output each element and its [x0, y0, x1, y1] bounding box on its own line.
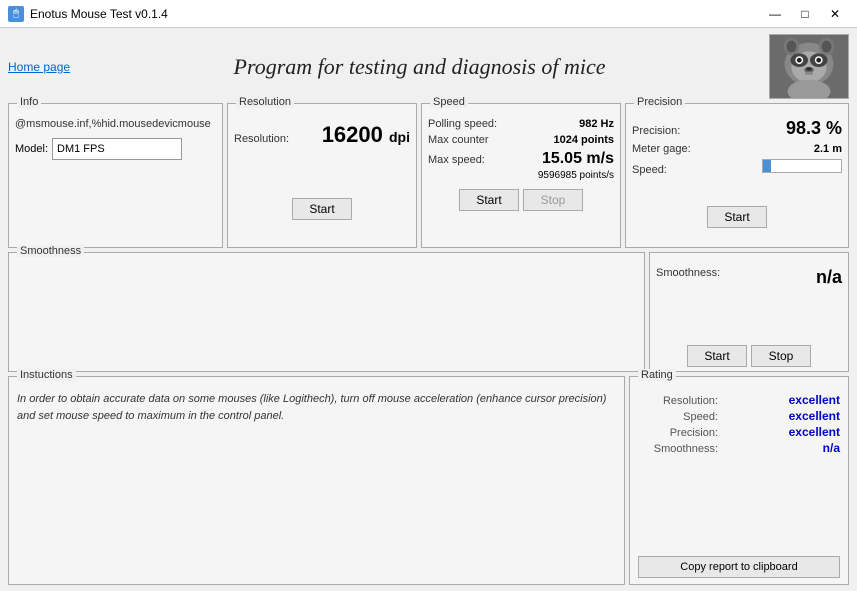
info-panel: Info @msmouse.inf,%hid.mousedevicmouse M…	[8, 103, 223, 248]
instructions-panel: Instuctions In order to obtain accurate …	[8, 376, 625, 585]
max-speed-row: Max speed: 15.05 m/s	[428, 150, 614, 168]
rating-item-smoothness: Smoothness: n/a	[638, 441, 840, 455]
top-panels-row: Info @msmouse.inf,%hid.mousedevicmouse M…	[8, 103, 849, 248]
rating-item-resolution: Resolution: excellent	[638, 393, 840, 407]
header-row: Home page Program for testing and diagno…	[8, 34, 849, 99]
precision-data: Precision: 98.3 % Meter gage: 2.1 m Spee…	[632, 118, 842, 176]
rating-smoothness-label: Smoothness:	[638, 443, 718, 455]
precision-row: Precision: 98.3 %	[632, 118, 842, 139]
resolution-start-button[interactable]: Start	[292, 198, 352, 220]
copy-report-button[interactable]: Copy report to clipboard	[638, 556, 840, 578]
instructions-text: In order to obtain accurate data on some…	[17, 391, 616, 424]
precision-panel: Precision Precision: 98.3 % Meter gage: …	[625, 103, 849, 248]
precision-start-button[interactable]: Start	[707, 206, 767, 228]
smoothness-btn-row: Start Stop	[656, 345, 842, 367]
precision-label: Precision:	[632, 125, 680, 137]
rating-items: Resolution: excellent Speed: excellent P…	[638, 393, 840, 457]
home-page-link[interactable]: Home page	[8, 60, 70, 74]
speed-section-label: Speed	[430, 96, 468, 108]
minimize-button[interactable]: —	[761, 4, 789, 24]
resolution-row: Resolution: 16200 dpi	[234, 122, 410, 148]
model-row: Model:	[15, 138, 216, 160]
model-input[interactable]	[52, 138, 182, 160]
instructions-section-label: Instuctions	[17, 369, 76, 381]
model-label: Model:	[15, 143, 48, 155]
resolution-value: 16200 dpi	[322, 122, 410, 148]
max-counter-label: Max counter	[428, 134, 489, 146]
smoothness-value: n/a	[816, 267, 842, 288]
rating-resolution-value: excellent	[789, 393, 840, 407]
smoothness-right-panel: Smoothness: n/a Start Stop	[649, 252, 849, 372]
precision-section-label: Precision	[634, 96, 685, 108]
close-button[interactable]: ✕	[821, 4, 849, 24]
max-counter-row: Max counter 1024 points	[428, 134, 614, 146]
precision-value: 98.3 %	[786, 118, 842, 139]
smoothness-main-panel: Smoothness	[8, 252, 645, 372]
smoothness-row: Smoothness Smoothness: n/a Start Stop	[8, 252, 849, 372]
rating-precision-label: Precision:	[638, 427, 718, 439]
precision-speed-bar	[762, 159, 842, 173]
title-bar-controls: — □ ✕	[761, 4, 849, 24]
meter-gage-label: Meter gage:	[632, 143, 691, 155]
rating-resolution-label: Resolution:	[638, 395, 718, 407]
smoothness-value-row: Smoothness: n/a	[656, 267, 842, 288]
bottom-row: Instuctions In order to obtain accurate …	[8, 376, 849, 585]
info-section-label: Info	[17, 96, 41, 108]
speed-panel: Speed Polling speed: 982 Hz Max counter …	[421, 103, 621, 248]
rating-section-label: Rating	[638, 369, 676, 381]
resolution-section-label: Resolution	[236, 96, 294, 108]
max-counter-value: 1024 points	[553, 134, 614, 146]
maximize-button[interactable]: □	[791, 4, 819, 24]
precision-btn-row: Start	[632, 206, 842, 228]
max-speed-label: Max speed:	[428, 154, 485, 166]
rating-speed-value: excellent	[789, 409, 840, 423]
speed-start-button[interactable]: Start	[459, 189, 519, 211]
polling-speed-label: Polling speed:	[428, 118, 497, 130]
resolution-label: Resolution:	[234, 133, 289, 145]
smoothness-section-label: Smoothness	[17, 245, 84, 257]
rating-item-precision: Precision: excellent	[638, 425, 840, 439]
speed-stop-button[interactable]: Stop	[523, 189, 583, 211]
app-title: Enotus Mouse Test v0.1.4	[30, 7, 168, 21]
speed-btn-row: Start Stop	[428, 189, 614, 211]
rating-item-speed: Speed: excellent	[638, 409, 840, 423]
meter-gage-value: 2.1 m	[814, 143, 842, 155]
polling-speed-row: Polling speed: 982 Hz	[428, 118, 614, 130]
app-body: Home page Program for testing and diagno…	[0, 28, 857, 591]
rating-smoothness-value: n/a	[823, 441, 840, 455]
info-text: @msmouse.inf,%hid.mousedevicmouse	[15, 118, 216, 130]
smoothness-label: Smoothness:	[656, 267, 720, 288]
title-bar-left: 🖱 Enotus Mouse Test v0.1.4	[8, 6, 168, 22]
rating-precision-value: excellent	[789, 425, 840, 439]
precision-speed-row: Speed:	[632, 159, 842, 176]
resolution-panel: Resolution Resolution: 16200 dpi Start	[227, 103, 417, 248]
app-icon: 🖱	[8, 6, 24, 22]
smoothness-start-button[interactable]: Start	[687, 345, 747, 367]
resolution-btn-row: Start	[234, 198, 410, 220]
rating-panel: Rating Resolution: excellent Speed: exce…	[629, 376, 849, 585]
max-speed-value: 15.05 m/s	[542, 150, 614, 168]
rating-speed-label: Speed:	[638, 411, 718, 423]
title-bar: 🖱 Enotus Mouse Test v0.1.4 — □ ✕	[0, 0, 857, 28]
precision-speed-label: Speed:	[632, 164, 667, 176]
polling-speed-value: 982 Hz	[579, 118, 614, 130]
extra-value: 9596985 points/s	[428, 170, 614, 181]
precision-speed-fill	[763, 160, 771, 172]
main-title: Program for testing and diagnosis of mic…	[70, 54, 769, 80]
smoothness-stop-button[interactable]: Stop	[751, 345, 811, 367]
raccoon-image	[769, 34, 849, 99]
meter-gage-row: Meter gage: 2.1 m	[632, 143, 842, 155]
